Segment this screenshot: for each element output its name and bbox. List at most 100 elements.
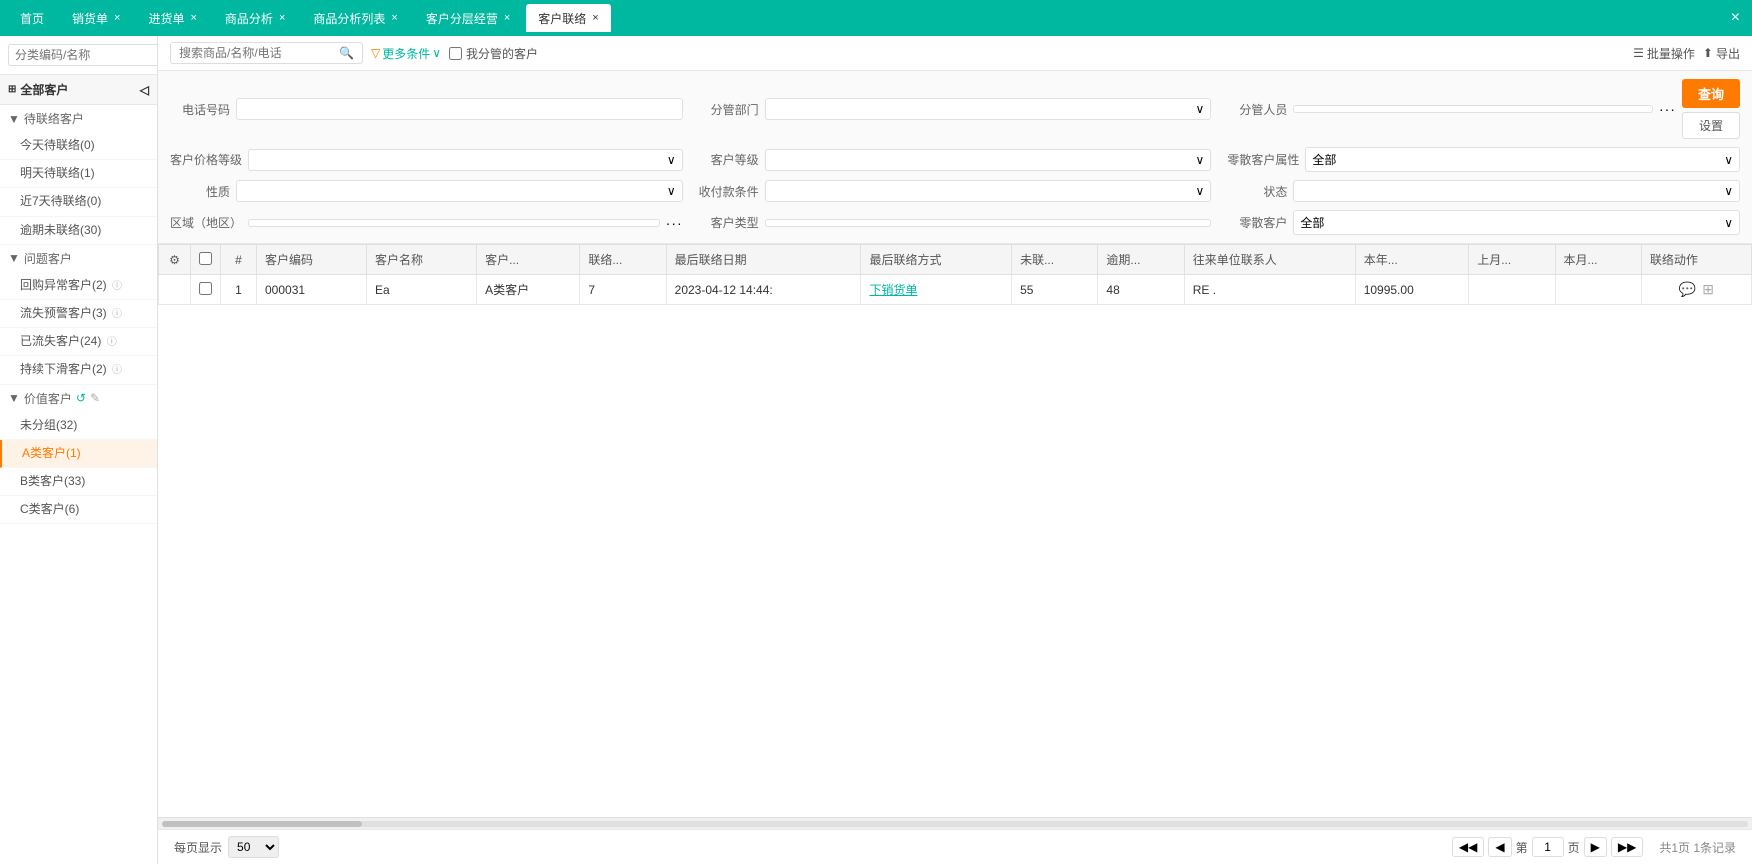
payment-select[interactable]: ∨	[765, 180, 1212, 202]
phone-input[interactable]	[236, 98, 683, 120]
nav-analysis-close[interactable]: ×	[279, 12, 285, 24]
export-btn[interactable]: ⬆ 导出	[1703, 45, 1740, 62]
filter-row-person: 分管人员 ··· 查询 设置	[1227, 79, 1740, 139]
nav-sales-close[interactable]: ×	[114, 12, 120, 24]
first-page-btn[interactable]: ◀◀	[1452, 837, 1484, 857]
th-overdue: 逾期...	[1098, 245, 1184, 275]
sidebar-section-pending[interactable]: ▼ 待联络客户	[0, 105, 157, 132]
price-level-label: 客户价格等级	[170, 151, 242, 168]
td-action: 💬 ⊞	[1641, 275, 1751, 305]
person-more-icon[interactable]: ···	[1659, 101, 1676, 117]
nav-home[interactable]: 首页	[8, 4, 56, 32]
info-icon-1: ⓘ	[112, 281, 122, 292]
row-checkbox[interactable]	[199, 282, 212, 295]
nav-customer-tier-close[interactable]: ×	[504, 12, 510, 24]
sidebar-item-tomorrow[interactable]: 明天待联络(1)	[0, 160, 157, 188]
sidebar-item-repurchase-anomaly[interactable]: 回购异常客户(2) ⓘ	[0, 272, 157, 300]
message-icon[interactable]: 💬	[1679, 281, 1696, 298]
horizontal-scrollbar[interactable]	[158, 817, 1752, 829]
sidebar-item-today[interactable]: 今天待联络(0)	[0, 132, 157, 160]
window-close-btn[interactable]: ×	[1727, 5, 1744, 31]
filter-search-icon[interactable]: 🔍	[339, 46, 354, 60]
table-container: ⚙ # 客户编码 客户名称 客户...	[158, 244, 1752, 817]
arrow-icon-value: ▼	[8, 391, 20, 405]
refresh-icon[interactable]: ↺	[76, 391, 86, 405]
chevron-icon-price: ∨	[667, 153, 676, 167]
edit-icon[interactable]: ✎	[90, 391, 100, 405]
grid-action-icon[interactable]: ⊞	[1702, 281, 1714, 298]
my-customer-checkbox[interactable]: 我分管的客户	[449, 45, 538, 62]
dept-select[interactable]: ∨	[765, 98, 1212, 120]
td-no-contact: 55	[1012, 275, 1098, 305]
customer-table: ⚙ # 客户编码 客户名称 客户...	[158, 244, 1752, 305]
person-select[interactable]	[1293, 105, 1653, 113]
region-select[interactable]	[248, 219, 660, 227]
sidebar-item-overdue[interactable]: 逾期未联络(30)	[0, 217, 157, 245]
nav-sales[interactable]: 销货单 ×	[60, 4, 132, 32]
chevron-icon-level: ∨	[1196, 153, 1205, 167]
query-buttons: 查询 设置	[1682, 79, 1740, 139]
price-level-select[interactable]: ∨	[248, 149, 683, 171]
sidebar-item-b-class[interactable]: B类客户(33)	[0, 468, 157, 496]
payment-label: 收付款条件	[699, 183, 759, 200]
filter-more-btn[interactable]: ▽ 更多条件 ∨	[371, 45, 441, 62]
sidebar-section-value[interactable]: ▼ 价值客户 ↺ ✎	[0, 385, 157, 412]
customer-level-select[interactable]: ∨	[765, 149, 1212, 171]
th-name: 客户名称	[367, 245, 477, 275]
sidebar-section-problem[interactable]: ▼ 问题客户	[0, 245, 157, 272]
th-settings[interactable]: ⚙	[159, 245, 191, 275]
filter-search-input[interactable]	[179, 46, 339, 60]
sidebar-item-c-class[interactable]: C类客户(6)	[0, 496, 157, 524]
nature-select[interactable]: ∨	[236, 180, 683, 202]
nav-purchase[interactable]: 进货单 ×	[136, 4, 208, 32]
customer-type-select[interactable]	[765, 219, 1212, 227]
all-customers-label[interactable]: 全部客户	[20, 81, 68, 98]
sidebar-item-unclassified[interactable]: 未分组(32)	[0, 412, 157, 440]
page-suffix-label: 页	[1568, 839, 1580, 856]
customer-level-label: 客户等级	[699, 151, 759, 168]
sidebar-item-declining[interactable]: 持续下滑客户(2) ⓘ	[0, 356, 157, 384]
nav-customer-contact[interactable]: 客户联络 ×	[526, 4, 610, 32]
td-last-contact-method[interactable]: 下销货单	[861, 275, 1012, 305]
sidebar-item-a-class[interactable]: A类客户(1)	[0, 440, 157, 468]
retail-attr-label: 零散客户属性	[1227, 151, 1299, 168]
nav-analysis-list-close[interactable]: ×	[391, 12, 397, 24]
settings-btn[interactable]: 设置	[1682, 112, 1740, 139]
next-page-btn[interactable]: ▶	[1584, 837, 1607, 857]
my-customer-check[interactable]	[449, 47, 462, 60]
prev-page-btn[interactable]: ◀	[1488, 837, 1511, 857]
nav-customer-contact-close[interactable]: ×	[592, 12, 598, 24]
last-page-btn[interactable]: ▶▶	[1611, 837, 1643, 857]
td-name[interactable]: Ea	[367, 275, 477, 305]
chevron-icon-dept: ∨	[1196, 102, 1205, 116]
region-more-icon[interactable]: ···	[666, 215, 683, 231]
per-page-select[interactable]: 50 100 200	[228, 836, 279, 858]
retail-attr-select[interactable]: 全部 ∨	[1305, 147, 1740, 172]
batch-op-btn[interactable]: ☰ 批量操作	[1633, 45, 1695, 62]
select-all-checkbox[interactable]	[199, 252, 212, 265]
filter-row-retail-customer: 零散客户 全部 ∨	[1227, 210, 1740, 235]
sidebar-item-churn-warning[interactable]: 流失预警客户(3) ⓘ	[0, 300, 157, 328]
scroll-thumb[interactable]	[162, 821, 362, 827]
arrow-icon-pending: ▼	[8, 112, 20, 126]
td-code[interactable]: 000031	[257, 275, 367, 305]
nav-analysis-list[interactable]: 商品分析列表 ×	[301, 4, 409, 32]
sidebar-search-input[interactable]	[8, 44, 158, 66]
pagination-right: ◀◀ ◀ 第 页 ▶ ▶▶ 共1页 1条记录	[1452, 837, 1736, 857]
sidebar-item-7days[interactable]: 近7天待联络(0)	[0, 188, 157, 216]
table-header-row: ⚙ # 客户编码 客户名称 客户...	[159, 245, 1752, 275]
filter-bar: 🔍 ▽ 更多条件 ∨ 我分管的客户 ☰ 批量操作 ⬆ 导出	[158, 36, 1752, 71]
nav-purchase-close[interactable]: ×	[190, 12, 196, 24]
status-select[interactable]: ∨	[1293, 180, 1740, 202]
nav-analysis[interactable]: 商品分析 ×	[213, 4, 297, 32]
query-btn[interactable]: 查询	[1682, 79, 1740, 108]
sidebar-collapse-icon[interactable]: ◁	[140, 83, 149, 97]
th-no-contact: 未联...	[1012, 245, 1098, 275]
page-number-input[interactable]	[1532, 837, 1564, 857]
nav-customer-tier[interactable]: 客户分层经营 ×	[414, 4, 522, 32]
sidebar: 🔍 ⊞ 全部客户 ◁ ▼ 待联络客户 今天待联络(0) 明天待联络(1) 近7天…	[0, 36, 158, 864]
retail-customer-select[interactable]: 全部 ∨	[1293, 210, 1740, 235]
table-row: 1 000031 Ea A类客户 7 2023-04-12 14:44: 下销货…	[159, 275, 1752, 305]
sidebar-item-churned[interactable]: 已流失客户(24) ⓘ	[0, 328, 157, 356]
th-last-month: 上月...	[1469, 245, 1555, 275]
